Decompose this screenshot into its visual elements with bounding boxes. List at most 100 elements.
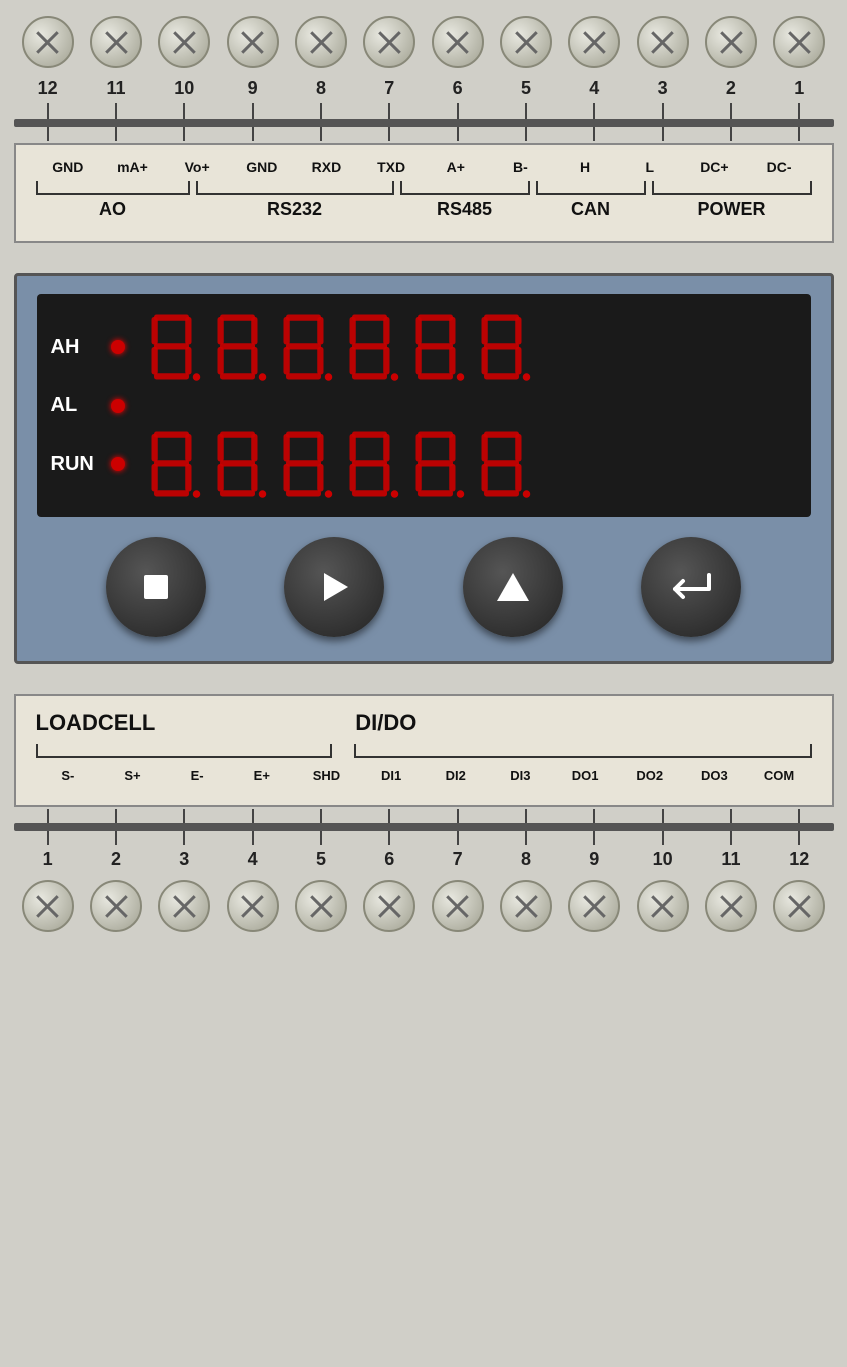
stop-button[interactable] xyxy=(106,537,206,637)
bot-num-1: 1 xyxy=(22,849,74,870)
group-rs232: RS232 xyxy=(267,199,322,220)
bot-screw-3 xyxy=(158,880,210,932)
digit-6-row3 xyxy=(475,429,533,499)
screw-1 xyxy=(773,16,825,68)
bot-num-12: 12 xyxy=(773,849,825,870)
screw-5 xyxy=(500,16,552,68)
screw-6 xyxy=(432,16,484,68)
bot-num-8: 8 xyxy=(500,849,552,870)
pin-label-txd: TXD xyxy=(365,159,417,175)
screw-9 xyxy=(227,16,279,68)
bpin-e-: E- xyxy=(171,768,223,783)
bot-num-3: 3 xyxy=(158,849,210,870)
bpin-di1: DI1 xyxy=(365,768,417,783)
pin-label-b-: B- xyxy=(494,159,546,175)
bpin-do2: DO2 xyxy=(624,768,676,783)
group-rs485: RS485 xyxy=(437,199,492,220)
bot-num-9: 9 xyxy=(568,849,620,870)
bottom-number-row: 1 2 3 4 5 6 7 8 9 10 11 12 xyxy=(14,845,834,874)
screw-3 xyxy=(637,16,689,68)
group-power: POWER xyxy=(697,199,765,220)
bpin-do3: DO3 xyxy=(688,768,740,783)
digit-display-run xyxy=(145,429,791,499)
pin-label-h: H xyxy=(559,159,611,175)
display-label-al: AL xyxy=(51,394,101,417)
bpin-s-: S- xyxy=(42,768,94,783)
group-ao: AO xyxy=(99,199,126,220)
enter-button[interactable] xyxy=(641,537,741,637)
up-icon xyxy=(493,567,533,607)
digit-3-row1 xyxy=(277,312,335,382)
pin-label-rxd: RXD xyxy=(300,159,352,175)
screw-4 xyxy=(568,16,620,68)
top-num-8: 8 xyxy=(295,78,347,99)
bottom-screw-row xyxy=(14,874,834,938)
screw-10 xyxy=(158,16,210,68)
top-num-6: 6 xyxy=(432,78,484,99)
top-num-2: 2 xyxy=(705,78,757,99)
display-row-ah: AH xyxy=(51,312,791,382)
bot-screw-5 xyxy=(295,880,347,932)
top-num-12: 12 xyxy=(22,78,74,99)
screw-2 xyxy=(705,16,757,68)
bpin-s+: S+ xyxy=(106,768,158,783)
display-row-al: AL xyxy=(51,394,791,417)
digit-3-row3 xyxy=(277,429,335,499)
bot-num-6: 6 xyxy=(363,849,415,870)
bot-screw-1 xyxy=(22,880,74,932)
bot-num-11: 11 xyxy=(705,849,757,870)
bottom-bar xyxy=(14,823,834,831)
bpin-di3: DI3 xyxy=(494,768,546,783)
bot-screw-12 xyxy=(773,880,825,932)
bot-num-7: 7 xyxy=(432,849,484,870)
top-number-row: 12 11 10 9 8 7 6 5 4 3 2 1 xyxy=(14,74,834,103)
display-screen: AH xyxy=(37,294,811,517)
digit-1-row1 xyxy=(145,312,203,382)
bot-num-2: 2 xyxy=(90,849,142,870)
top-num-11: 11 xyxy=(90,78,142,99)
bottom-connector-mid xyxy=(14,831,834,845)
top-num-1: 1 xyxy=(773,78,825,99)
bot-num-5: 5 xyxy=(295,849,347,870)
top-num-5: 5 xyxy=(500,78,552,99)
digit-2-row1 xyxy=(211,312,269,382)
buttons-row xyxy=(37,537,811,637)
group-dido-title: DI/DO xyxy=(355,710,416,736)
pin-label-dc+: DC+ xyxy=(688,159,740,175)
up-button[interactable] xyxy=(463,537,563,637)
display-label-ah: AH xyxy=(51,336,101,359)
bot-num-10: 10 xyxy=(637,849,689,870)
bot-num-4: 4 xyxy=(227,849,279,870)
top-pin-labels-row: GND mA+ Vo+ GND RXD TXD A+ B- H L DC+ DC… xyxy=(36,159,812,175)
bpin-shd: SHD xyxy=(300,768,352,783)
display-label-run: RUN xyxy=(51,453,101,476)
led-dot-run xyxy=(111,457,125,471)
top-num-3: 3 xyxy=(637,78,689,99)
led-dot-al xyxy=(111,399,125,413)
bpin-e+: E+ xyxy=(236,768,288,783)
screw-12 xyxy=(22,16,74,68)
pin-label-a+: A+ xyxy=(430,159,482,175)
group-loadcell-title: LOADCELL xyxy=(36,710,156,736)
bot-screw-9 xyxy=(568,880,620,932)
screw-11 xyxy=(90,16,142,68)
bpin-do1: DO1 xyxy=(559,768,611,783)
digit-5-row1 xyxy=(409,312,467,382)
play-button[interactable] xyxy=(284,537,384,637)
digit-1-row3 xyxy=(145,429,203,499)
bot-screw-11 xyxy=(705,880,757,932)
digit-4-row1 xyxy=(343,312,401,382)
screw-7 xyxy=(363,16,415,68)
pin-label-gnd2: GND xyxy=(236,159,288,175)
bottom-pin-labels-row: S- S+ E- E+ SHD DI1 DI2 DI3 DO1 DO2 DO3 … xyxy=(36,768,812,783)
digit-2-row3 xyxy=(211,429,269,499)
digit-6-row1 xyxy=(475,312,533,382)
digit-5-row3 xyxy=(409,429,467,499)
bot-screw-6 xyxy=(363,880,415,932)
bottom-connector-top xyxy=(14,809,834,823)
bpin-di2: DI2 xyxy=(430,768,482,783)
group-can: CAN xyxy=(571,199,610,220)
pin-label-l: L xyxy=(624,159,676,175)
device-panel: AH xyxy=(14,273,834,664)
bot-screw-4 xyxy=(227,880,279,932)
